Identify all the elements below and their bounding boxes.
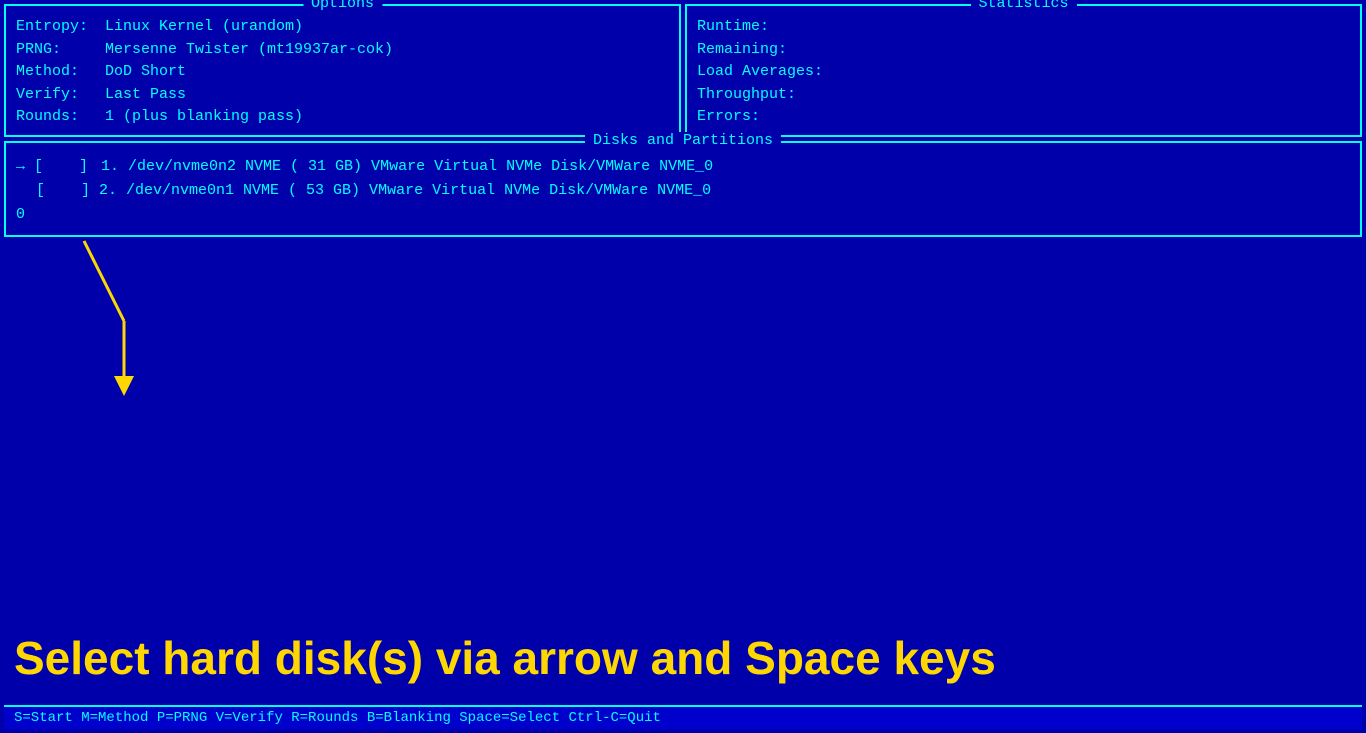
options-panel: Options Entropy: Linux Kernel (urandom) … [4, 4, 681, 137]
main-container: Options Entropy: Linux Kernel (urandom) … [0, 0, 1366, 733]
disk-2-cont-text: 0 [16, 203, 25, 227]
options-label-prng: PRNG: [16, 39, 96, 62]
stats-label-load: Load Averages: [697, 63, 823, 80]
options-content: Entropy: Linux Kernel (urandom) PRNG: Me… [16, 16, 669, 129]
disk-2-bracket: [ ] [36, 179, 90, 203]
stats-row-throughput: Throughput: [697, 84, 1350, 107]
statistics-panel: Statistics Runtime: Remaining: Load Aver… [685, 4, 1362, 137]
stats-row-runtime: Runtime: [697, 16, 1350, 39]
options-row-entropy: Entropy: Linux Kernel (urandom) [16, 16, 669, 39]
instruction-text: Select hard disk(s) via arrow and Space … [14, 631, 996, 685]
disk-1-details: 1. /dev/nvme0n2 NVME ( 31 GB) VMware Vir… [92, 155, 713, 179]
options-row-prng: PRNG: Mersenne Twister (mt19937ar-cok) [16, 39, 669, 62]
statistics-title: Statistics [970, 0, 1076, 12]
stats-row-errors: Errors: [697, 106, 1350, 129]
options-row-rounds: Rounds: 1 (plus blanking pass) [16, 106, 669, 129]
disks-panel: Disks and Partitions → [ ] 1. /dev/nvme0… [4, 141, 1362, 237]
statistics-content: Runtime: Remaining: Load Averages: Throu… [697, 16, 1350, 129]
disk-entry-1[interactable]: → [ ] 1. /dev/nvme0n2 NVME ( 31 GB) VMwa… [16, 155, 1350, 179]
stats-label-errors: Errors: [697, 108, 760, 125]
stats-label-remaining: Remaining: [697, 41, 787, 58]
top-panels: Options Entropy: Linux Kernel (urandom) … [4, 4, 1362, 137]
disk-2-details: 2. /dev/nvme0n1 NVME ( 53 GB) VMware Vir… [90, 179, 711, 203]
disks-content: → [ ] 1. /dev/nvme0n2 NVME ( 31 GB) VMwa… [16, 155, 1350, 227]
options-value-prng: Mersenne Twister (mt19937ar-cok) [105, 41, 393, 58]
options-row-verify: Verify: Last Pass [16, 84, 669, 107]
options-label-entropy: Entropy: [16, 16, 96, 39]
disk-arrow-1: → [ ] [16, 155, 88, 179]
options-value-entropy: Linux Kernel (urandom) [105, 18, 303, 35]
options-row-method: Method: DoD Short [16, 61, 669, 84]
options-label-verify: Verify: [16, 84, 96, 107]
instruction-area: Select hard disk(s) via arrow and Space … [4, 241, 1362, 706]
stats-row-load: Load Averages: [697, 61, 1350, 84]
options-title: Options [303, 0, 382, 12]
options-label-rounds: Rounds: [16, 106, 96, 129]
options-value-rounds: 1 (plus blanking pass) [105, 108, 303, 125]
options-value-verify: Last Pass [105, 86, 186, 103]
options-label-method: Method: [16, 61, 96, 84]
stats-label-runtime: Runtime: [697, 18, 769, 35]
disk-entry-2-cont: 0 [16, 203, 1350, 227]
options-value-method: DoD Short [105, 63, 186, 80]
arrow-annotation [64, 241, 184, 401]
status-bar: S=Start M=Method P=PRNG V=Verify R=Round… [4, 705, 1362, 729]
disk-entry-2[interactable]: [ ] 2. /dev/nvme0n1 NVME ( 53 GB) VMware… [16, 179, 1350, 203]
stats-label-throughput: Throughput: [697, 86, 796, 103]
disks-title: Disks and Partitions [585, 132, 781, 149]
stats-row-remaining: Remaining: [697, 39, 1350, 62]
